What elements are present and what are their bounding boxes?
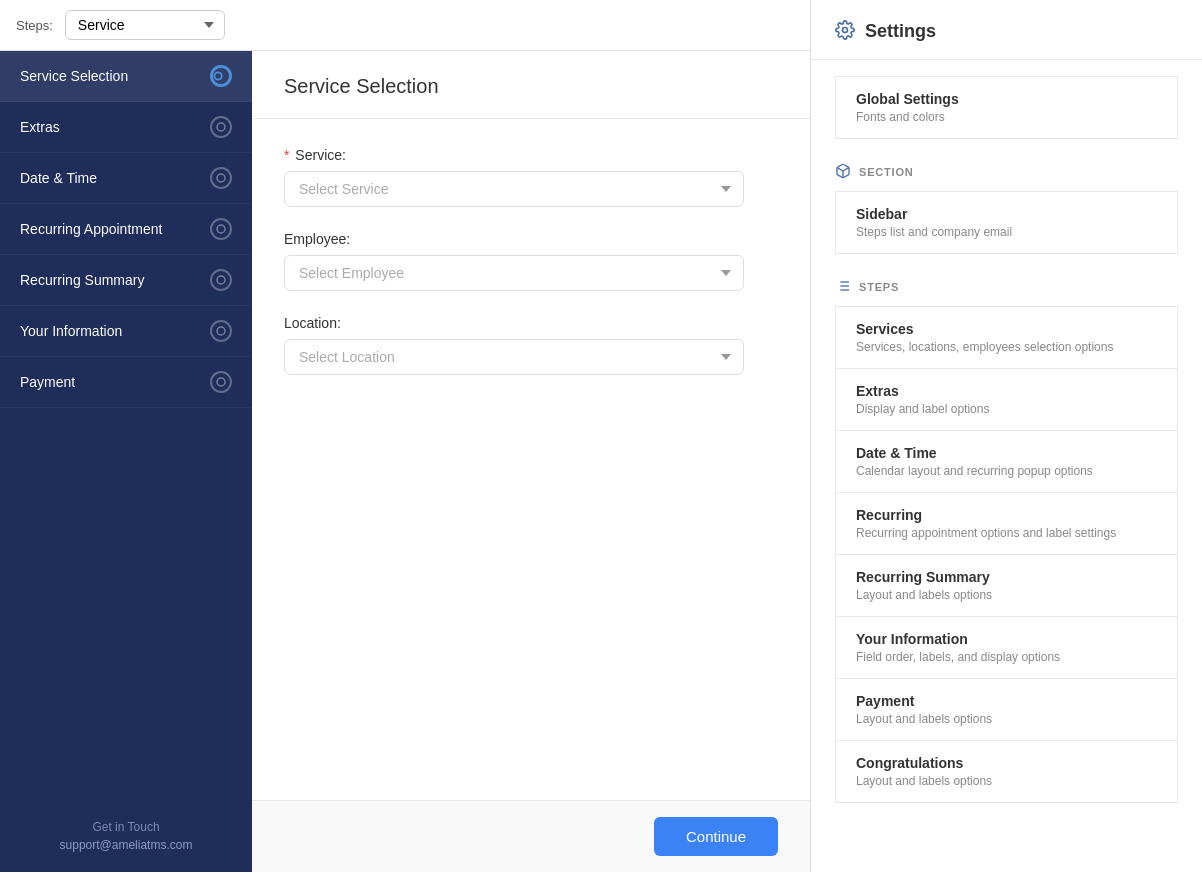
content-title: Service Selection bbox=[284, 75, 778, 98]
sidebar-item-icon bbox=[210, 167, 232, 189]
sidebar-item-label: Date & Time bbox=[20, 170, 97, 186]
form-group-employee: Employee: Select Employee bbox=[284, 231, 778, 291]
sidebar-item-icon bbox=[210, 116, 232, 138]
form-label-location: Location: bbox=[284, 315, 778, 331]
sidebar-item-label: Recurring Appointment bbox=[20, 221, 162, 237]
settings-item-step-congratulations[interactable]: Congratulations Layout and labels options bbox=[835, 740, 1178, 803]
svg-point-7 bbox=[843, 28, 848, 33]
content-footer: Continue bbox=[252, 800, 810, 872]
settings-item-desc: Display and label options bbox=[856, 402, 1157, 416]
get-in-touch-label: Get in Touch bbox=[20, 820, 232, 834]
steps-icon bbox=[835, 278, 851, 296]
settings-item-title: Global Settings bbox=[856, 91, 1157, 107]
settings-item-title: Sidebar bbox=[856, 206, 1157, 222]
select-service[interactable]: Select Service bbox=[284, 171, 744, 207]
settings-item-title: Payment bbox=[856, 693, 1157, 709]
sidebar-item-icon bbox=[210, 218, 232, 240]
settings-item-desc: Layout and labels options bbox=[856, 588, 1157, 602]
settings-item-step-recurring-summary[interactable]: Recurring Summary Layout and labels optio… bbox=[835, 554, 1178, 616]
sidebar-item-icon bbox=[210, 269, 232, 291]
top-bar: Steps: Service Extras Date & Time Recurr… bbox=[0, 0, 810, 51]
continue-button[interactable]: Continue bbox=[654, 817, 778, 856]
content-area: Service Selection * Service: Select Servi… bbox=[252, 51, 810, 872]
steps-settings-section: Steps Services Services, locations, emplo… bbox=[811, 262, 1202, 811]
settings-item-desc: Fonts and colors bbox=[856, 110, 1157, 124]
right-panel: Settings Global Settings Fonts and colors… bbox=[810, 0, 1202, 872]
sidebar-item-icon bbox=[210, 65, 232, 87]
settings-header: Settings bbox=[811, 0, 1202, 60]
settings-item-global[interactable]: Global Settings Fonts and colors bbox=[835, 76, 1178, 139]
sidebar-item-extras[interactable]: Extras bbox=[0, 102, 252, 153]
global-settings-section: Global Settings Fonts and colors bbox=[811, 60, 1202, 147]
sidebar-item-your-information[interactable]: Your Information bbox=[0, 306, 252, 357]
settings-item-step-your-information[interactable]: Your Information Field order, labels, and… bbox=[835, 616, 1178, 678]
sidebar: Service Selection Extras Date & Time Recurr… bbox=[0, 51, 252, 872]
section-settings-section: Section Sidebar Steps list and company em… bbox=[811, 147, 1202, 262]
settings-title: Settings bbox=[865, 21, 936, 42]
svg-point-2 bbox=[217, 174, 225, 182]
settings-item-desc: Calendar layout and recurring popup opti… bbox=[856, 464, 1157, 478]
support-email: support@ameliatms.com bbox=[20, 838, 232, 852]
svg-point-4 bbox=[217, 276, 225, 284]
select-employee[interactable]: Select Employee bbox=[284, 255, 744, 291]
sidebar-item-label: Your Information bbox=[20, 323, 122, 339]
sidebar-item-icon bbox=[210, 320, 232, 342]
settings-item-desc: Layout and labels options bbox=[856, 774, 1157, 788]
settings-item-step-extras[interactable]: Extras Display and label options bbox=[835, 368, 1178, 430]
sidebar-item-payment[interactable]: Payment bbox=[0, 357, 252, 408]
settings-item-title: Congratulations bbox=[856, 755, 1157, 771]
content-header: Service Selection bbox=[252, 51, 810, 119]
svg-point-1 bbox=[217, 123, 225, 131]
sidebar-item-recurring-summary[interactable]: Recurring Summary bbox=[0, 255, 252, 306]
sidebar-footer: Get in Touch support@ameliatms.com bbox=[0, 800, 252, 872]
settings-item-section[interactable]: Sidebar Steps list and company email bbox=[835, 191, 1178, 254]
svg-point-3 bbox=[217, 225, 225, 233]
settings-gear-icon bbox=[835, 20, 855, 43]
settings-item-step-date---time[interactable]: Date & Time Calendar layout and recurring… bbox=[835, 430, 1178, 492]
steps-select[interactable]: Service Extras Date & Time Recurring Pay… bbox=[65, 10, 225, 40]
sidebar-item-label: Service Selection bbox=[20, 68, 128, 84]
svg-point-6 bbox=[217, 378, 225, 386]
steps-label: Steps: bbox=[16, 18, 53, 33]
form-group-service: * Service: Select Service bbox=[284, 147, 778, 207]
sidebar-item-service-selection[interactable]: Service Selection bbox=[0, 51, 252, 102]
select-location[interactable]: Select Location bbox=[284, 339, 744, 375]
sidebar-item-label: Payment bbox=[20, 374, 75, 390]
settings-item-desc: Field order, labels, and display options bbox=[856, 650, 1157, 664]
form-label-employee: Employee: bbox=[284, 231, 778, 247]
form-group-location: Location: Select Location bbox=[284, 315, 778, 375]
section-section-title: Section bbox=[835, 163, 1178, 181]
box-icon bbox=[835, 163, 851, 181]
steps-section-title: Steps bbox=[835, 278, 1178, 296]
sidebar-item-recurring-appointment[interactable]: Recurring Appointment bbox=[0, 204, 252, 255]
settings-item-desc: Steps list and company email bbox=[856, 225, 1157, 239]
settings-item-title: Date & Time bbox=[856, 445, 1157, 461]
settings-item-title: Recurring bbox=[856, 507, 1157, 523]
svg-point-0 bbox=[214, 72, 221, 79]
sidebar-item-icon bbox=[210, 371, 232, 393]
settings-item-desc: Recurring appointment options and label … bbox=[856, 526, 1157, 540]
settings-item-desc: Services, locations, employees selection… bbox=[856, 340, 1157, 354]
settings-item-step-recurring[interactable]: Recurring Recurring appointment options a… bbox=[835, 492, 1178, 554]
settings-item-title: Extras bbox=[856, 383, 1157, 399]
settings-item-step-services[interactable]: Services Services, locations, employees s… bbox=[835, 306, 1178, 368]
sidebar-item-label: Extras bbox=[20, 119, 60, 135]
sidebar-item-date-time[interactable]: Date & Time bbox=[0, 153, 252, 204]
sidebar-item-label: Recurring Summary bbox=[20, 272, 144, 288]
settings-item-step-payment[interactable]: Payment Layout and labels options bbox=[835, 678, 1178, 740]
form-label-service: * Service: bbox=[284, 147, 778, 163]
settings-item-title: Recurring Summary bbox=[856, 569, 1157, 585]
settings-item-desc: Layout and labels options bbox=[856, 712, 1157, 726]
svg-point-5 bbox=[217, 327, 225, 335]
content-body: * Service: Select Service Employee: Select … bbox=[252, 119, 810, 800]
settings-item-title: Your Information bbox=[856, 631, 1157, 647]
settings-item-title: Services bbox=[856, 321, 1157, 337]
